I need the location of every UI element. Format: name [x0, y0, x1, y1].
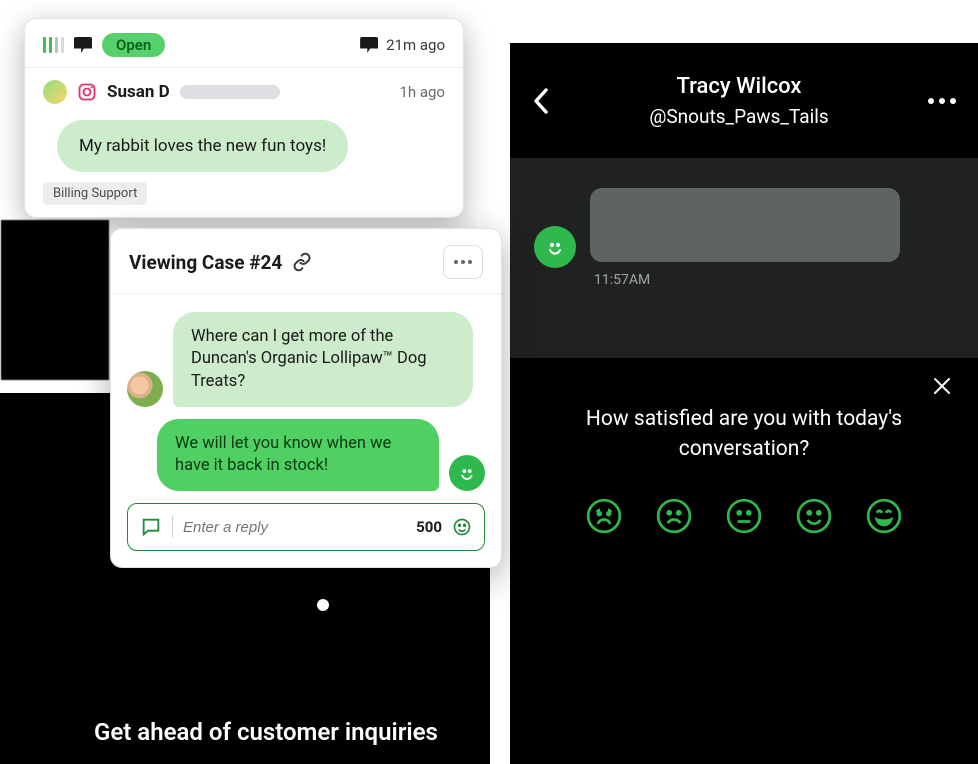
avatar [43, 80, 67, 104]
instagram-icon [77, 82, 97, 102]
divider [172, 516, 173, 538]
message-time: 1h ago [399, 83, 445, 101]
more-options-button[interactable] [928, 98, 956, 104]
case-title: Viewing Case #24 [129, 251, 282, 274]
incoming-message-row: Where can I get more of the Duncan's Org… [127, 312, 485, 407]
agent-message-bubble [590, 188, 900, 262]
more-actions-button[interactable] [443, 245, 483, 279]
chat-header: Tracy Wilcox @Snouts_Paws_Tails [510, 43, 978, 158]
char-count: 500 [416, 518, 442, 536]
customer-avatar [127, 371, 163, 407]
reply-input-container[interactable]: 500 [127, 503, 485, 551]
message-timestamp: 11:57AM [594, 272, 900, 288]
decorative-shadow [1, 220, 109, 380]
ticket-age: 21m ago [386, 36, 445, 54]
outgoing-message-bubble: We will let you know when we have it bac… [157, 419, 439, 492]
case-header: Viewing Case #24 [111, 229, 501, 294]
ticket-user-row: Susan D 1h ago [25, 68, 463, 112]
agent-avatar [534, 226, 576, 268]
conversation-area: 11:57AM [510, 158, 978, 358]
survey-panel: How satisfied are you with today's conve… [510, 358, 978, 535]
section-headline: Get ahead of customer inquiries [94, 718, 438, 746]
user-name: Susan D [107, 82, 170, 102]
case-card: Viewing Case #24 Where can I get more of… [110, 228, 502, 568]
back-button[interactable] [532, 86, 550, 116]
link-icon[interactable] [292, 252, 312, 272]
agent-avatar [449, 455, 485, 491]
face-very-happy-icon[interactable] [865, 497, 903, 535]
survey-question: How satisfied are you with today's conve… [536, 386, 952, 465]
ticket-header-row: Open 21m ago [25, 19, 463, 68]
message-icon [360, 37, 378, 53]
emoji-picker-icon[interactable] [452, 517, 472, 537]
reply-input[interactable] [183, 519, 406, 536]
tag-chip[interactable]: Billing Support [43, 182, 147, 205]
face-neutral-icon[interactable] [725, 497, 763, 535]
face-happy-icon[interactable] [795, 497, 833, 535]
contact-handle: @Snouts_Paws_Tails [550, 105, 928, 128]
message-icon [74, 37, 92, 53]
outgoing-message-row: We will let you know when we have it bac… [127, 419, 485, 492]
chat-screen: Tracy Wilcox @Snouts_Paws_Tails 11:57AM [510, 43, 978, 764]
customer-message-bubble: My rabbit loves the new fun toys! [57, 120, 348, 172]
priority-bars-icon [43, 37, 64, 53]
connector-line [322, 614, 324, 702]
ticket-card[interactable]: Open 21m ago Susan D 1h ago [24, 18, 464, 218]
close-icon[interactable] [932, 376, 952, 396]
face-very-sad-icon[interactable] [585, 497, 623, 535]
face-sad-icon[interactable] [655, 497, 693, 535]
contact-name: Tracy Wilcox [550, 74, 928, 99]
connector-dot [314, 596, 332, 614]
placeholder-bar [180, 85, 280, 99]
incoming-message-bubble: Where can I get more of the Duncan's Org… [173, 312, 473, 407]
chat-icon [140, 516, 162, 538]
rating-faces-row [536, 497, 952, 535]
status-badge: Open [102, 33, 165, 57]
